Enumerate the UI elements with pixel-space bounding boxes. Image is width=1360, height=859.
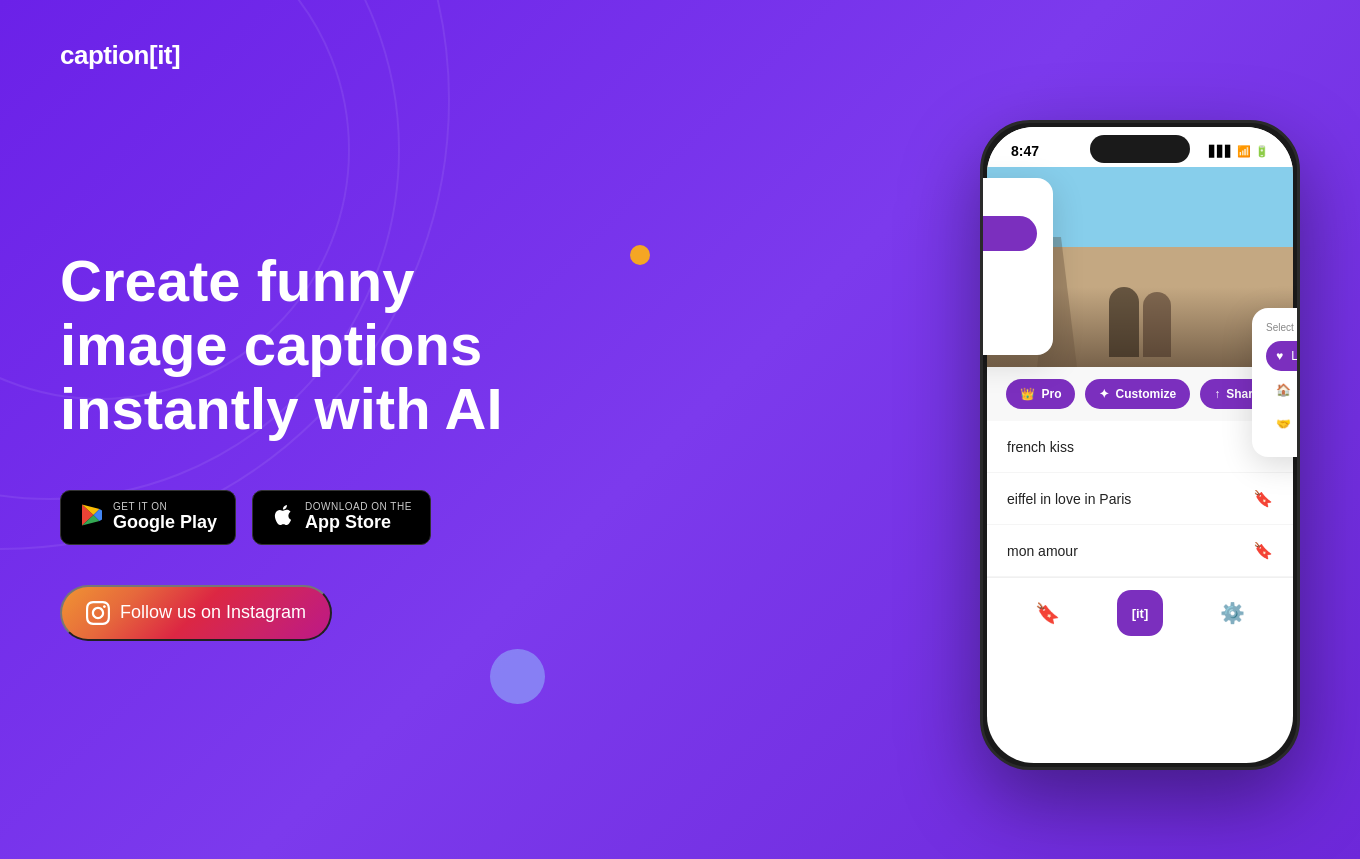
phone-area: 8:47 ▋▋▋ 📶 🔋 <box>580 95 1300 795</box>
battery-icon: 🔋 <box>1255 145 1269 158</box>
rel-friends-icon: 🤝 <box>1276 417 1291 431</box>
apple-icon <box>271 503 295 532</box>
customize-label: Customize <box>1115 387 1176 401</box>
page-content: caption[it] Create funny image captions … <box>0 0 1360 859</box>
logo-bracket-close: ] <box>172 40 180 70</box>
app-store-sub: Download on the <box>305 501 412 512</box>
rel-lovers[interactable]: ♥ Lovers <box>1266 341 1300 371</box>
tone-deep[interactable]: 🧠 Deep <box>980 257 1037 292</box>
bookmark-icon-2[interactable]: 🔖 <box>1253 489 1273 508</box>
phone-tab-bar: 🔖 [it] ⚙️ <box>987 577 1293 656</box>
rel-family-label: Family <box>1299 383 1300 397</box>
google-play-name: Google Play <box>113 512 217 534</box>
rel-lovers-label: Lovers <box>1291 349 1300 363</box>
main-area: Create funny image captions instantly wi… <box>60 71 1300 819</box>
people-silhouettes <box>1109 287 1171 357</box>
wifi-icon: 📶 <box>1237 145 1251 158</box>
phone-notch <box>1090 135 1190 163</box>
logo: caption[it] <box>60 40 1300 71</box>
bookmark-icon-3[interactable]: 🔖 <box>1253 541 1273 560</box>
signal-icon: ▋▋▋ <box>1209 145 1233 158</box>
caption-text-2: eiffel in love in Paris <box>1007 491 1131 507</box>
left-content: Create funny image captions instantly wi… <box>60 249 580 641</box>
rel-friends[interactable]: 🤝 Friends <box>1266 409 1300 439</box>
rel-lovers-icon: ♥ <box>1276 349 1283 363</box>
google-play-button[interactable]: GET IT ON Google Play <box>60 490 236 545</box>
app-store-button[interactable]: Download on the App Store <box>252 490 431 545</box>
tone-label: Select Tone: <box>980 194 1037 206</box>
app-store-text: Download on the App Store <box>305 501 412 534</box>
instagram-icon <box>86 601 110 625</box>
pro-button[interactable]: 👑 Pro <box>1006 379 1075 409</box>
phone-action-buttons: 👑 Pro ✦ Customize ↑ Share <box>987 367 1293 421</box>
logo-it: it <box>157 40 172 70</box>
relationship-label: Select Relationship: <box>1266 322 1300 333</box>
tone-cute[interactable]: 🐻 Cute <box>980 298 1037 333</box>
store-buttons: GET IT ON Google Play Download on the Ap… <box>60 490 580 545</box>
customize-button[interactable]: ✦ Customize <box>1085 379 1190 409</box>
instagram-button[interactable]: Follow us on Instagram <box>60 585 332 641</box>
caption-item-2: eiffel in love in Paris 🔖 <box>987 473 1293 525</box>
logo-bracket-open: [ <box>149 40 157 70</box>
relationship-card: Select Relationship: ♥ Lovers 🏠 Family 🤝… <box>1252 308 1300 457</box>
customize-icon: ✦ <box>1099 387 1109 401</box>
share-icon: ↑ <box>1214 387 1220 401</box>
home-tab-button[interactable]: [it] <box>1117 590 1163 636</box>
google-play-icon <box>79 503 103 532</box>
rel-family-icon: 🏠 <box>1276 383 1291 397</box>
instagram-label: Follow us on Instagram <box>120 602 306 623</box>
phone-mockup: 8:47 ▋▋▋ 📶 🔋 <box>980 120 1300 770</box>
caption-item-3: mon amour 🔖 <box>987 525 1293 577</box>
hero-title: Create funny image captions instantly wi… <box>60 249 580 440</box>
phone-status-icons: ▋▋▋ 📶 🔋 <box>1209 145 1269 158</box>
app-store-name: App Store <box>305 512 412 534</box>
logo-text: caption <box>60 40 149 70</box>
pro-label: Pro <box>1041 387 1061 401</box>
rel-family[interactable]: 🏠 Family <box>1266 375 1300 405</box>
caption-text-3: mon amour <box>1007 543 1078 559</box>
rel-friends-label: Friends <box>1299 417 1300 431</box>
captions-list: french kiss 🔖 eiffel in love in Paris 🔖 … <box>987 421 1293 577</box>
caption-text-1: french kiss <box>1007 439 1074 455</box>
pro-icon: 👑 <box>1020 387 1035 401</box>
google-play-text: GET IT ON Google Play <box>113 501 217 534</box>
home-tab-label: [it] <box>1132 606 1149 621</box>
tone-witty[interactable]: 😏 Witty <box>980 216 1037 251</box>
phone-time: 8:47 <box>1011 143 1039 159</box>
tone-card: Select Tone: 😏 Witty 🧠 Deep 🐻 Cute <box>980 178 1053 355</box>
settings-tab-icon[interactable]: ⚙️ <box>1220 601 1245 625</box>
google-play-sub: GET IT ON <box>113 501 217 512</box>
bookmark-tab-icon[interactable]: 🔖 <box>1035 601 1060 625</box>
caption-item-1: french kiss 🔖 <box>987 421 1293 473</box>
